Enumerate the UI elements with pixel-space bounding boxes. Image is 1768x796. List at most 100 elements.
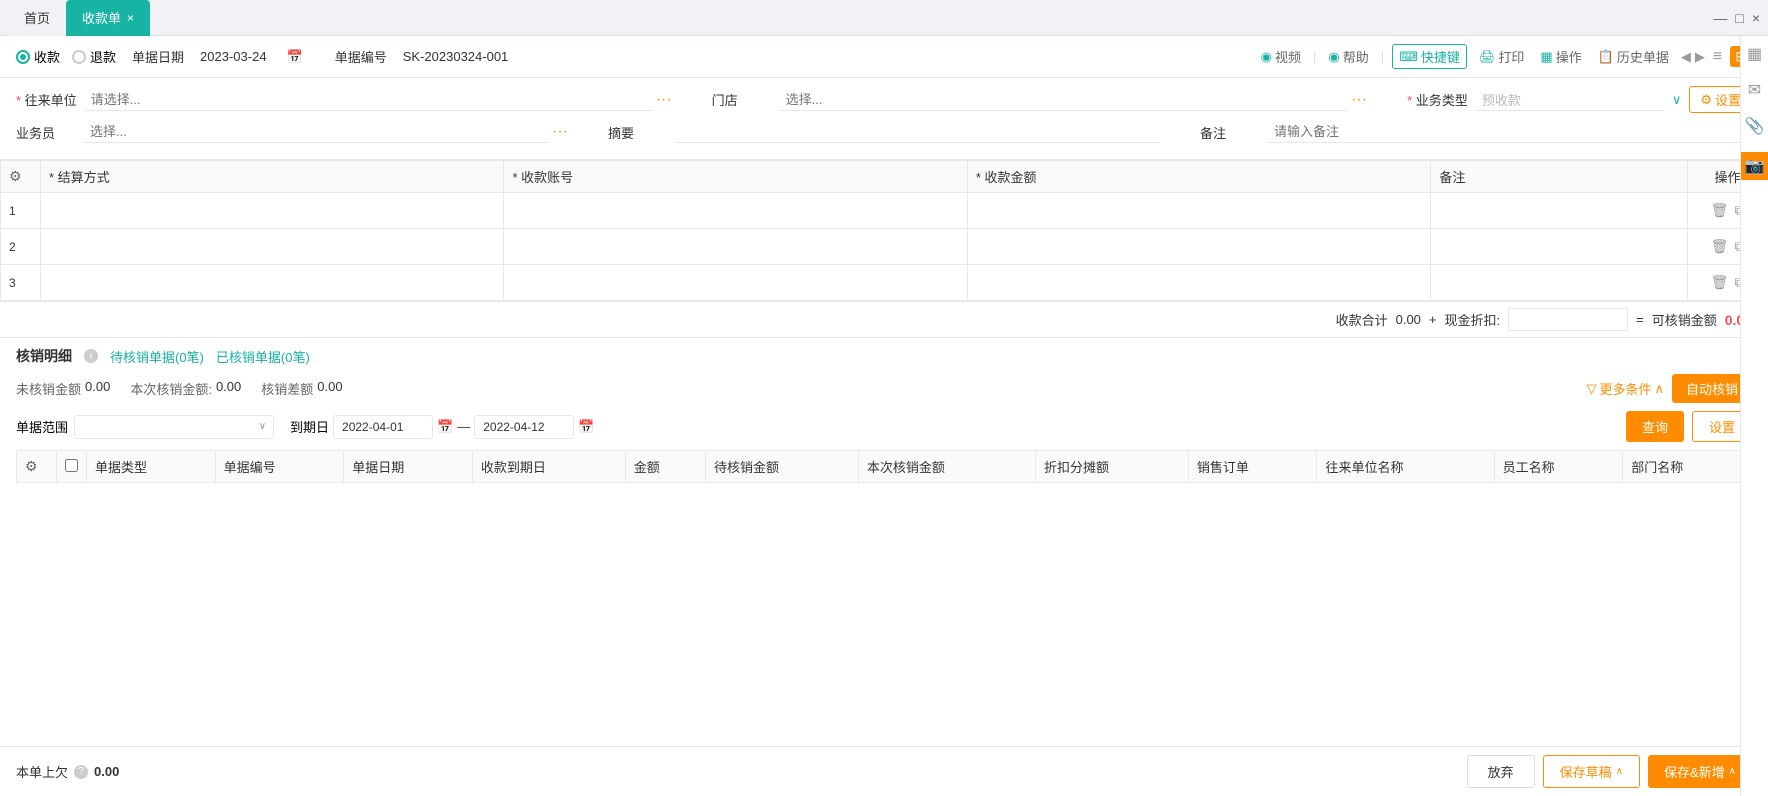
row3-account[interactable] bbox=[504, 265, 967, 301]
shop-field: 门店 ··· bbox=[712, 89, 1368, 111]
footer: 本单上欠 ? 0.00 放弃 保存草稿 ∧ 保存&新增 ∧ bbox=[0, 746, 1768, 796]
sidebar-email-icon[interactable]: ✉ bbox=[1748, 80, 1761, 100]
window-close-icon[interactable]: × bbox=[1752, 10, 1760, 26]
bottom-table-gear-icon[interactable]: ⚙ bbox=[25, 458, 38, 474]
table-gear-icon[interactable]: ⚙ bbox=[9, 168, 22, 184]
staff-input[interactable] bbox=[84, 121, 548, 143]
row2-settlement[interactable] bbox=[41, 229, 504, 265]
keyboard-icon: ⌨ bbox=[1399, 49, 1418, 65]
window-max-icon[interactable]: □ bbox=[1735, 10, 1743, 26]
business-type-chevron[interactable]: ∨ bbox=[1672, 92, 1682, 108]
nav-right-icon[interactable]: ▶ bbox=[1695, 49, 1705, 65]
th-partner: 往来单位名称 bbox=[1317, 451, 1494, 483]
tab-receipts[interactable]: 收款单 × bbox=[66, 0, 150, 36]
row1-account[interactable] bbox=[504, 193, 967, 229]
save-draft-btn[interactable]: 保存草稿 ∧ bbox=[1543, 755, 1640, 788]
done-tab-link[interactable]: 已核销单据(0笔) bbox=[216, 347, 310, 366]
row3-settlement[interactable] bbox=[41, 265, 504, 301]
operate-btn[interactable]: ▦ 操作 bbox=[1536, 45, 1585, 68]
sidebar-table-icon[interactable]: ▦ bbox=[1747, 44, 1762, 64]
due-start-cal-icon[interactable]: 📅 bbox=[437, 419, 453, 435]
history-icon: 📋 bbox=[1598, 49, 1614, 65]
business-type-input[interactable] bbox=[1476, 89, 1664, 111]
select-all-checkbox[interactable] bbox=[65, 459, 78, 472]
history-label: 历史单据 bbox=[1617, 47, 1669, 66]
calendar-icon[interactable]: 📅 bbox=[287, 49, 303, 65]
more-filters-btn[interactable]: ▽ 更多条件 ∧ bbox=[1586, 379, 1664, 398]
bottom-table-header: ⚙ 单据类型 单据编号 单据日期 bbox=[17, 451, 1752, 483]
writeoff-info-icon[interactable]: i bbox=[84, 349, 98, 363]
th-date: 单据日期 bbox=[344, 451, 473, 483]
operate-label: 操作 bbox=[1556, 47, 1582, 66]
window-min-icon[interactable]: — bbox=[1713, 10, 1727, 26]
help-btn[interactable]: ◉ 帮助 bbox=[1324, 45, 1372, 68]
video-btn[interactable]: ◉ 视频 bbox=[1257, 45, 1305, 68]
form-row-1: 往来单位 ··· 门店 ··· 业务类型 ∨ ⚙ 设置 bbox=[16, 86, 1752, 113]
row2-notes[interactable] bbox=[1431, 229, 1688, 265]
filter-action-btns: 查询 设置 bbox=[1626, 411, 1752, 442]
query-label: 查询 bbox=[1642, 420, 1668, 435]
summary-field: 摘要 bbox=[608, 121, 1160, 143]
summary-input[interactable] bbox=[676, 121, 1160, 143]
col-staff-label: 员工名称 bbox=[1503, 460, 1555, 475]
nav-left-icon[interactable]: ◀ bbox=[1681, 49, 1691, 65]
refund-radio-dot bbox=[72, 50, 86, 64]
receipt-radio-dot bbox=[16, 50, 30, 64]
partner-more-btn[interactable]: ··· bbox=[656, 91, 672, 109]
tab-close-icon[interactable]: × bbox=[127, 11, 134, 25]
tab-home-label: 首页 bbox=[24, 8, 50, 27]
row2-account[interactable] bbox=[504, 229, 967, 265]
notes-input[interactable] bbox=[1268, 121, 1752, 143]
th-amount: * 收款金额 bbox=[967, 161, 1430, 193]
shortcut-btn[interactable]: ⌨ 快捷键 bbox=[1392, 44, 1467, 69]
due-end-input[interactable] bbox=[474, 415, 574, 439]
done-tab-label: 已核销单据(0笔) bbox=[216, 350, 310, 365]
list-view-icon[interactable]: ≡ bbox=[1713, 48, 1722, 66]
staff-more-btn[interactable]: ··· bbox=[552, 123, 568, 141]
abandon-btn[interactable]: 放弃 bbox=[1467, 755, 1535, 788]
due-end-cal-icon[interactable]: 📅 bbox=[578, 419, 594, 435]
save-new-btn[interactable]: 保存&新增 ∧ bbox=[1648, 755, 1752, 788]
row1-settlement[interactable] bbox=[41, 193, 504, 229]
footer-info-icon[interactable]: ? bbox=[74, 765, 88, 779]
toolbar-right: ◉ 视频 | ◉ 帮助 | ⌨ 快捷键 🖨 打印 ▦ 操作 📋 bbox=[1257, 44, 1752, 69]
staff-field: 业务员 ··· bbox=[16, 121, 568, 143]
shop-input[interactable] bbox=[780, 89, 1348, 111]
auto-writeoff-label: 自动核销 bbox=[1686, 382, 1738, 397]
more-conditions-label: 更多条件 bbox=[1599, 379, 1651, 398]
sidebar-camera-icon[interactable]: 📷 bbox=[1741, 152, 1768, 180]
table-header-row: ⚙ * 结算方式 * 收款账号 * 收款金额 备注 操作 bbox=[1, 161, 1768, 193]
row1-delete-icon[interactable]: 🗑 bbox=[1711, 202, 1729, 219]
row3-delete-icon[interactable]: 🗑 bbox=[1711, 274, 1729, 291]
partner-input[interactable] bbox=[85, 89, 652, 111]
sidebar-clip-icon[interactable]: 📎 bbox=[1745, 116, 1765, 136]
refund-radio[interactable]: 退款 bbox=[72, 47, 116, 66]
total-label: 收款合计 bbox=[1336, 310, 1388, 329]
row3-notes[interactable] bbox=[1431, 265, 1688, 301]
col-settlement-label: * 结算方式 bbox=[49, 170, 110, 185]
due-start-input[interactable] bbox=[333, 415, 433, 439]
footer-right: 放弃 保存草稿 ∧ 保存&新增 ∧ bbox=[1467, 755, 1752, 788]
history-btn[interactable]: 📋 历史单据 bbox=[1594, 45, 1673, 68]
writeoff-setting-label: 设置 bbox=[1709, 420, 1735, 435]
diff-value: 0.00 bbox=[317, 379, 342, 398]
row1-notes[interactable] bbox=[1431, 193, 1688, 229]
this-cancel-value: 0.00 bbox=[216, 379, 241, 398]
range-select[interactable] bbox=[74, 415, 274, 439]
pending-tab-link[interactable]: 待核销单据(0笔) bbox=[110, 347, 204, 366]
filters-row: 单据范围 ∨ 到期日 📅 — 📅 查询 bbox=[16, 411, 1752, 442]
total-value: 0.00 bbox=[1396, 312, 1421, 327]
pending-tab-label: 待核销单据(0笔) bbox=[110, 350, 204, 365]
row1-amount[interactable] bbox=[967, 193, 1430, 229]
tab-home[interactable]: 首页 bbox=[8, 0, 66, 36]
row2-amount[interactable] bbox=[967, 229, 1430, 265]
save-draft-label: 保存草稿 bbox=[1560, 762, 1612, 781]
discount-input[interactable] bbox=[1508, 308, 1628, 331]
receipt-radio[interactable]: 收款 bbox=[16, 47, 60, 66]
print-btn[interactable]: 🖨 打印 bbox=[1475, 45, 1529, 68]
query-btn[interactable]: 查询 bbox=[1626, 411, 1684, 442]
row3-amount[interactable] bbox=[967, 265, 1430, 301]
uncancelled-label: 未核销金额 bbox=[16, 379, 81, 398]
row2-delete-icon[interactable]: 🗑 bbox=[1711, 238, 1729, 255]
shop-more-btn[interactable]: ··· bbox=[1351, 91, 1367, 109]
